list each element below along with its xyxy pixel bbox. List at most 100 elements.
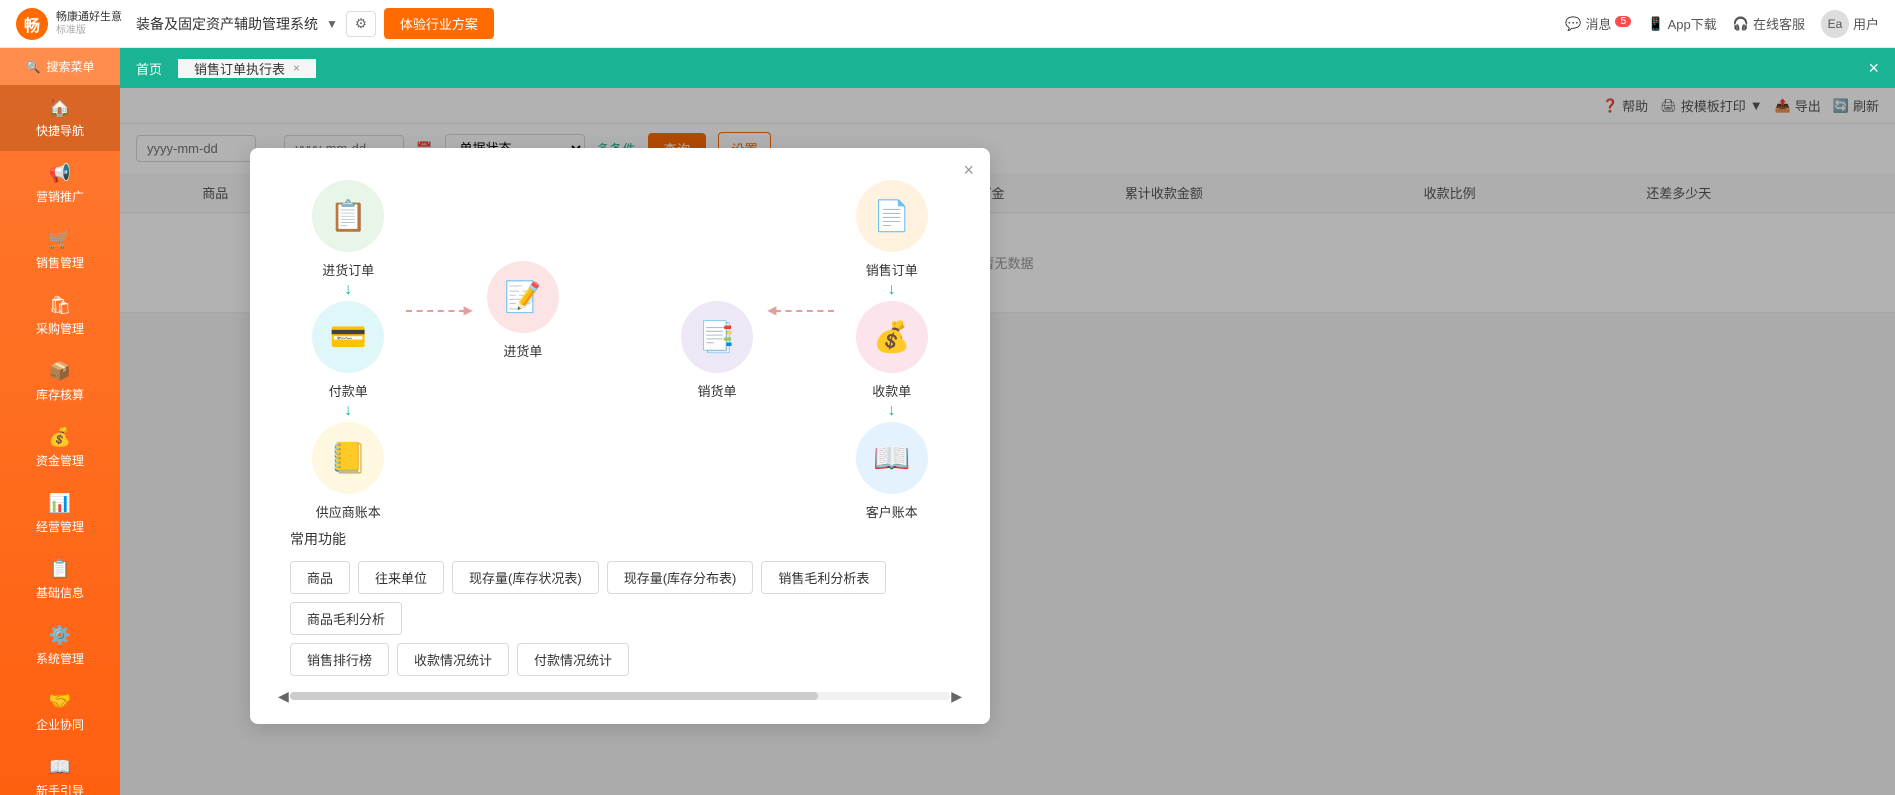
message-badge: 5 [1615,16,1631,27]
sidebar-item-purchase[interactable]: 🛍 采购管理 [0,283,120,349]
cf-btn-partners[interactable]: 往来单位 [358,561,444,594]
operations-icon: 📊 [49,493,71,514]
finance-icon: 💰 [49,427,71,448]
user-action[interactable]: Ea 用户 [1821,10,1879,38]
cf-btn-goods-profit[interactable]: 商品毛利分析 [290,602,402,635]
experience-btn[interactable]: 体验行业方案 [384,8,494,39]
cf-title: 常用功能 [290,529,950,549]
sidebar-item-label: 库存核算 [36,386,84,403]
header-center: 装备及固定资产辅助管理系统 ▼ ⚙ 体验行业方案 [136,8,1565,39]
basic-info-icon: 📋 [49,559,71,580]
sidebar-item-enterprise[interactable]: 🤝 企业协同 [0,679,120,745]
flow-supplier-ledger: 📒 供应商账本 [312,422,384,521]
sidebar-item-system[interactable]: ⚙️ 系统管理 [0,613,120,679]
purchase-order-label: 进货订单 [322,260,374,279]
customer-ledger-label: 客户账本 [866,502,918,521]
cf-btn-stock-dist[interactable]: 现存量(库存分布表) [607,561,754,594]
system-dropdown-btn[interactable]: ▼ [326,17,338,31]
cf-btn-goods[interactable]: 商品 [290,561,350,594]
search-icon: 🔍 [26,60,41,74]
logo-icon: 畅 [16,8,48,40]
arrow-h-1: ▶ [406,310,464,312]
sidebar-item-label: 销售管理 [36,254,84,271]
cf-btn-payment-stat[interactable]: 付款情况统计 [517,643,629,676]
gear-btn[interactable]: ⚙ [346,11,376,37]
payment-circle: 💳 [312,301,384,373]
online-service-action[interactable]: 🎧 在线客服 [1733,14,1805,33]
sidebar-item-label: 经营管理 [36,518,84,535]
cf-btn-sales-profit[interactable]: 销售毛利分析表 [761,561,886,594]
cf-btn-sales-rank[interactable]: 销售排行榜 [290,643,389,676]
purchase-bill-label: 进货单 [503,341,542,360]
flow-purchase-order: 📋 进货订单 [312,180,384,279]
main-body: 🔍 搜索菜单 🏠 快捷导航 📢 营销推广 🛒 销售管理 🛍 采购管理 📦 [0,48,1895,795]
supplier-ledger-label: 供应商账本 [316,502,381,521]
purchase-bill-circle: 📝 [487,261,559,333]
receipt-icon: 💰 [873,320,910,355]
search-menu-item[interactable]: 🔍 搜索菜单 [0,48,120,85]
sidebar-item-marketing[interactable]: 📢 营销推广 [0,151,120,217]
overlay[interactable]: × 📋 进货订单 ↓ [120,88,1895,795]
app-wrapper: 畅 畅康通好生意 标准版 装备及固定资产辅助管理系统 ▼ ⚙ 体验行业方案 💬 … [0,0,1895,795]
scroll-right-btn[interactable]: ▶ [951,688,962,705]
user-label: 用户 [1853,14,1879,33]
tab-bar-inner: 首页 销售订单执行表 × [120,59,1868,78]
cf-buttons: 商品 往来单位 现存量(库存状况表) 现存量(库存分布表) 销售毛利分析表 商品… [290,561,950,635]
sales-order-icon: 📄 [873,199,910,234]
sidebar-item-basic-info[interactable]: 📋 基础信息 [0,547,120,613]
app-download-label: App下载 [1668,14,1717,33]
scroll-thumb [290,692,818,700]
scroll-left-btn[interactable]: ◀ [278,688,289,705]
sales-order-label: 销售订单 [866,260,918,279]
marketing-icon: 📢 [49,163,71,184]
tab-bar-close-btn[interactable]: × [1868,58,1895,79]
arrow-down-3: ↓ [888,281,896,299]
sidebar-item-label: 基础信息 [36,584,84,601]
tab-home-label: 首页 [136,59,162,78]
home-icon: 🏠 [49,97,71,118]
app-download-action[interactable]: 📱 App下载 [1647,14,1716,33]
purchase-bill-icon: 📝 [504,280,541,315]
sidebar-item-label: 资金管理 [36,452,84,469]
flow-purchase-bill: 📝 进货单 [487,261,559,360]
customer-ledger-circle: 📖 [856,422,928,494]
content-area: 首页 销售订单执行表 × × ❓ 帮助 [120,48,1895,795]
flow-sales-order: 📄 销售订单 [856,180,928,279]
purchase-order-circle: 📋 [312,180,384,252]
top-header: 畅 畅康通好生意 标准版 装备及固定资产辅助管理系统 ▼ ⚙ 体验行业方案 💬 … [0,0,1895,48]
popup-close-btn[interactable]: × [963,160,974,181]
flow-col-right: 📄 销售订单 ↓ 💰 收款单 [834,180,950,521]
sidebar-item-quick-nav[interactable]: 🏠 快捷导航 [0,85,120,151]
message-action[interactable]: 💬 消息 5 [1565,14,1631,33]
sidebar-item-operations[interactable]: 📊 经营管理 [0,481,120,547]
supplier-ledger-circle: 📒 [312,422,384,494]
popup-scrollbar[interactable]: ◀ ▶ [290,692,950,700]
flow-receipt: 💰 收款单 [856,301,928,400]
sales-bill-icon: 📑 [698,320,735,355]
sidebar-item-guide[interactable]: 📖 新手引导 [0,745,120,795]
flow-sales-bill: 📑 销货单 [681,301,753,400]
cf-btn-stock-status[interactable]: 现存量(库存状况表) [452,561,599,594]
purchase-order-icon: 📋 [330,199,367,234]
inventory-icon: 📦 [49,361,71,382]
tab-sales-order-exec[interactable]: 销售订单执行表 × [178,59,316,78]
sidebar-item-finance[interactable]: 💰 资金管理 [0,415,120,481]
service-icon: 🎧 [1733,16,1749,32]
system-icon: ⚙️ [49,625,71,646]
cf-btn-receipt-stat[interactable]: 收款情况统计 [397,643,509,676]
popup: × 📋 进货订单 ↓ [250,148,990,724]
sidebar-item-label: 系统管理 [36,650,84,667]
receipt-label: 收款单 [872,381,911,400]
page-content: ❓ 帮助 🖨 按模板打印 ▼ 📤 导出 🔄 [120,88,1895,795]
cf-buttons-row2: 销售排行榜 收款情况统计 付款情况统计 [290,643,950,676]
avatar: Ea [1821,10,1849,38]
tab-home[interactable]: 首页 [120,59,178,78]
sales-icon: 🛒 [49,229,71,250]
sidebar-item-sales[interactable]: 🛒 销售管理 [0,217,120,283]
sidebar-item-label: 采购管理 [36,320,84,337]
sales-order-circle: 📄 [856,180,928,252]
customer-ledger-icon: 📖 [873,441,910,476]
tab-close-btn[interactable]: × [293,61,300,75]
sidebar-item-inventory[interactable]: 📦 库存核算 [0,349,120,415]
sidebar: 🔍 搜索菜单 🏠 快捷导航 📢 营销推广 🛒 销售管理 🛍 采购管理 📦 [0,48,120,795]
